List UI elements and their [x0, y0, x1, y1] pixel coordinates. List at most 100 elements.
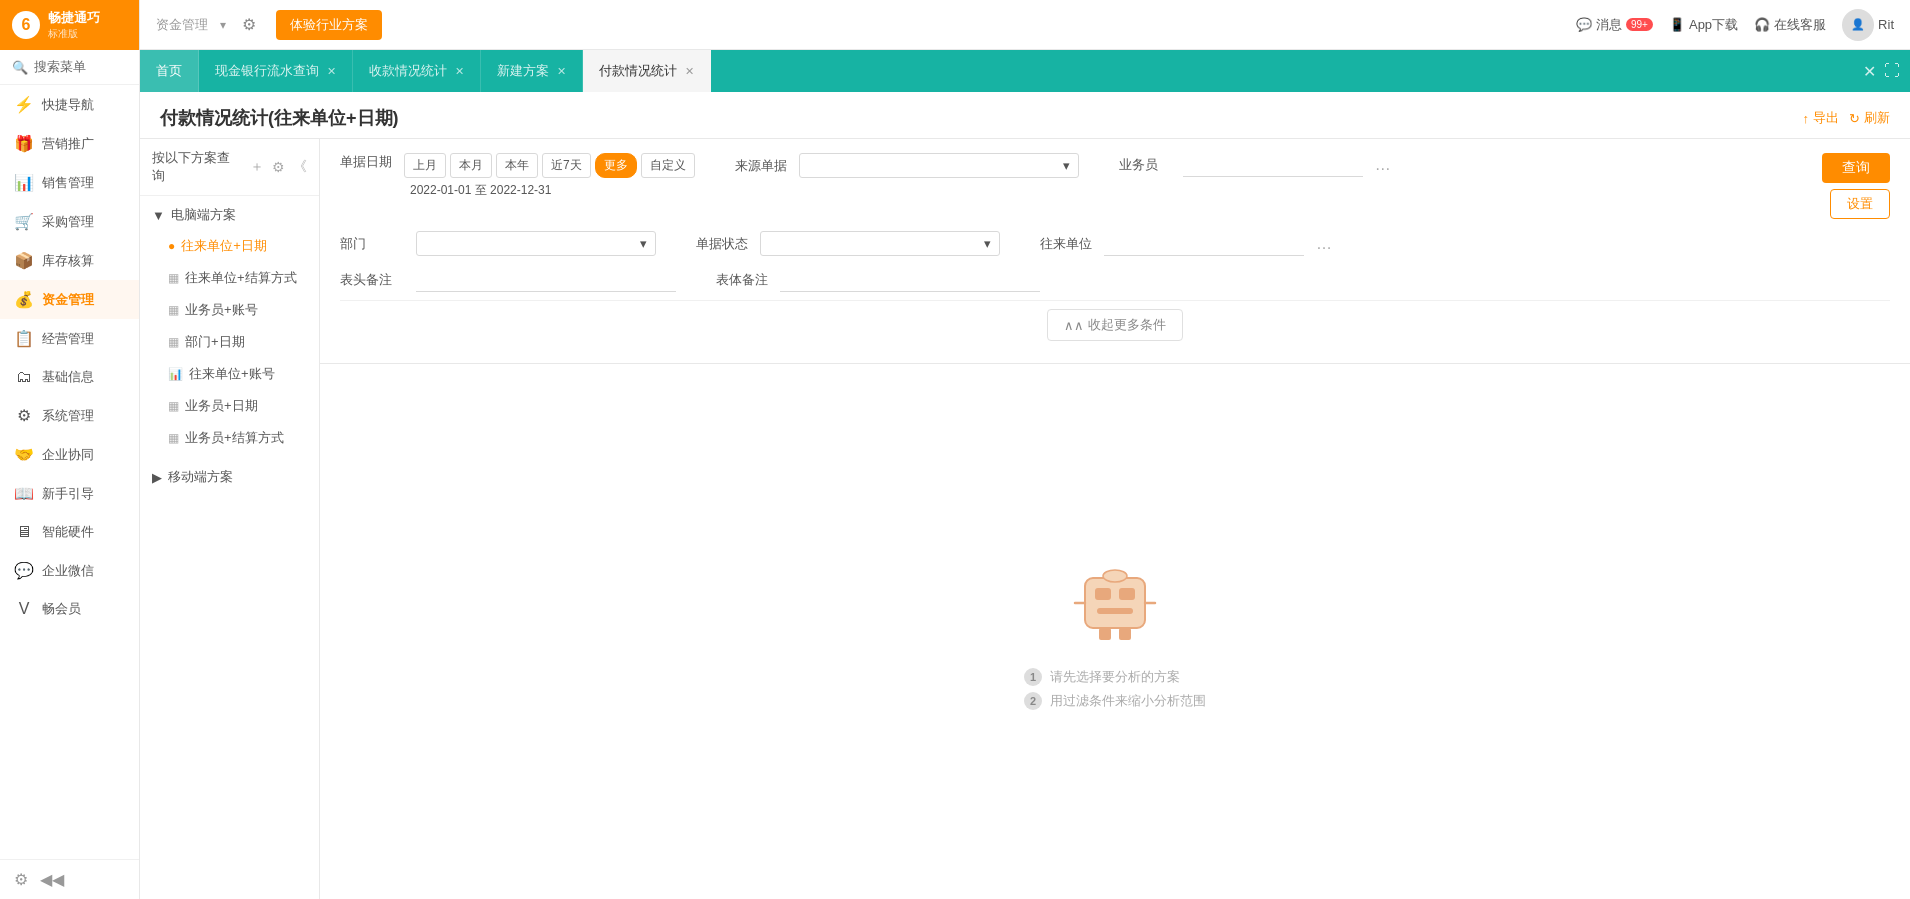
sidebar-item-guide[interactable]: 📖 新手引导 [0, 474, 139, 513]
scheme-item-unit-account[interactable]: 📊 往来单位+账号 [140, 358, 319, 390]
svg-point-4 [1103, 570, 1127, 582]
scheme-item-staff-settlement[interactable]: ▦ 业务员+结算方式 [140, 422, 319, 454]
purchase-icon: 🛒 [14, 212, 34, 231]
doc-status-select[interactable]: ▾ [760, 231, 1000, 256]
tab-new-scheme-close[interactable]: ✕ [557, 65, 566, 78]
date-btn-last-month[interactable]: 上月 [404, 153, 446, 178]
tab-payment-stat-label: 付款情况统计 [599, 62, 677, 80]
topbar-settings-icon[interactable]: ⚙ [242, 15, 256, 34]
tab-payment-stat-close[interactable]: ✕ [685, 65, 694, 78]
sidebar-item-marketing[interactable]: 🎁 营销推广 [0, 124, 139, 163]
scheme-settings-icon[interactable]: ⚙ [272, 159, 285, 175]
topbar-right: 💬 消息 99+ 📱 App下载 🎧 在线客服 👤 Rit [1576, 9, 1894, 41]
user-avatar: 👤 [1842, 9, 1874, 41]
sidebar-item-label: 销售管理 [42, 174, 94, 192]
export-label: 导出 [1813, 109, 1839, 127]
partner-more-icon[interactable]: … [1316, 235, 1332, 253]
sidebar-item-enterprise[interactable]: 🤝 企业协同 [0, 435, 139, 474]
tab-new-scheme[interactable]: 新建方案 ✕ [481, 50, 583, 92]
date-btn-this-month[interactable]: 本月 [450, 153, 492, 178]
sidebar-item-label: 资金管理 [42, 291, 94, 309]
dept-select[interactable]: ▾ [416, 231, 656, 256]
sidebar-item-member[interactable]: V 畅会员 [0, 590, 139, 628]
topbar-dropdown-icon[interactable]: ▾ [220, 18, 226, 32]
scheme-icon-unit-account: 📊 [168, 367, 183, 381]
collapse-button[interactable]: ∧∧ 收起更多条件 [1047, 309, 1183, 341]
step-2-num: 2 [1024, 692, 1042, 710]
date-btn-more[interactable]: 更多 [595, 153, 637, 178]
source-chevron-icon: ▾ [1063, 158, 1070, 173]
filter-area: 单据日期 上月 本月 本年 近7天 更多 自定义 20 [320, 139, 1910, 364]
sidebar-item-sales[interactable]: 📊 销售管理 [0, 163, 139, 202]
sidebar-item-hardware[interactable]: 🖥 智能硬件 [0, 513, 139, 551]
settings-footer-icon[interactable]: ⚙ [14, 870, 28, 889]
query-button[interactable]: 查询 [1822, 153, 1890, 183]
staff-input[interactable] [1183, 153, 1363, 177]
step-1-num: 1 [1024, 668, 1042, 686]
search-icon: 🔍 [12, 60, 28, 75]
scheme-label-unit-account: 往来单位+账号 [189, 365, 275, 383]
collapse-label: 收起更多条件 [1088, 316, 1166, 334]
source-select[interactable]: ▾ [799, 153, 1079, 178]
sidebar-item-label: 营销推广 [42, 135, 94, 153]
sidebar-item-label: 基础信息 [42, 368, 94, 386]
settings-button[interactable]: 设置 [1830, 189, 1890, 219]
close-all-tabs-icon[interactable]: ✕ [1863, 62, 1876, 81]
right-panel: 单据日期 上月 本月 本年 近7天 更多 自定义 20 [320, 139, 1910, 899]
scheme-item-dept-date[interactable]: ▦ 部门+日期 [140, 326, 319, 358]
mobile-section-title[interactable]: ▶ 移动端方案 [140, 462, 319, 492]
tab-bank-flow-close[interactable]: ✕ [327, 65, 336, 78]
desktop-section-title[interactable]: ▼ 电脑端方案 [140, 200, 319, 230]
body-note-input[interactable] [780, 268, 1040, 292]
refresh-button[interactable]: ↻ 刷新 [1849, 109, 1890, 127]
sidebar-item-operation[interactable]: 📋 经营管理 [0, 319, 139, 358]
tab-new-scheme-label: 新建方案 [497, 62, 549, 80]
sidebar-item-capital[interactable]: 💰 资金管理 [0, 280, 139, 319]
logo-name: 畅捷通巧 [48, 9, 100, 27]
partner-input[interactable] [1104, 232, 1304, 256]
tab-receivable[interactable]: 收款情况统计 ✕ [353, 50, 481, 92]
sidebar-item-wechat[interactable]: 💬 企业微信 [0, 551, 139, 590]
capital-icon: 💰 [14, 290, 34, 309]
basic-info-icon: 🗂 [14, 368, 34, 386]
collapse-sidebar-icon[interactable]: ◀◀ [40, 870, 64, 889]
staff-more-icon[interactable]: … [1375, 156, 1391, 174]
left-panel-header-text: 按以下方案查询 [152, 149, 242, 185]
date-btn-this-year[interactable]: 本年 [496, 153, 538, 178]
sidebar-item-quick-nav[interactable]: ⚡ 快捷导航 [0, 85, 139, 124]
desktop-schemes-section: ▼ 电脑端方案 ● 往来单位+日期 ▦ 往来单位+结算方式 ▦ 业务员+账号 [140, 196, 319, 458]
scheme-item-unit-settlement[interactable]: ▦ 往来单位+结算方式 [140, 262, 319, 294]
tab-bank-flow[interactable]: 现金银行流水查询 ✕ [199, 50, 353, 92]
tab-receivable-close[interactable]: ✕ [455, 65, 464, 78]
scheme-item-staff-date[interactable]: ▦ 业务员+日期 [140, 390, 319, 422]
source-label: 来源单据 [735, 157, 791, 175]
app-download-btn[interactable]: 📱 App下载 [1669, 16, 1738, 34]
collapse-panel-icon[interactable]: 《 [293, 158, 307, 176]
scheme-item-staff-account[interactable]: ▦ 业务员+账号 [140, 294, 319, 326]
search-menu[interactable]: 🔍 搜索菜单 [0, 50, 139, 85]
tab-home[interactable]: 首页 [140, 50, 199, 92]
export-button[interactable]: ↑ 导出 [1803, 109, 1840, 127]
scheme-item-unit-date[interactable]: ● 往来单位+日期 [140, 230, 319, 262]
desktop-section-chevron: ▼ [152, 208, 165, 223]
date-btn-7days[interactable]: 近7天 [542, 153, 591, 178]
user-avatar-area[interactable]: 👤 Rit [1842, 9, 1894, 41]
empty-step-1-text: 请先选择要分析的方案 [1050, 668, 1180, 686]
export-icon: ↑ [1803, 111, 1810, 126]
sidebar-item-inventory[interactable]: 📦 库存核算 [0, 241, 139, 280]
tab-payment-stat[interactable]: 付款情况统计 ✕ [583, 50, 711, 92]
header-note-input[interactable] [416, 268, 676, 292]
doc-status-chevron-icon: ▾ [984, 236, 991, 251]
sidebar-item-purchase[interactable]: 🛒 采购管理 [0, 202, 139, 241]
svg-rect-1 [1095, 588, 1111, 600]
maximize-icon[interactable]: ⛶ [1884, 62, 1900, 80]
sidebar-item-system[interactable]: ⚙ 系统管理 [0, 396, 139, 435]
messages-btn[interactable]: 💬 消息 99+ [1576, 16, 1653, 34]
sidebar-item-basic-info[interactable]: 🗂 基础信息 [0, 358, 139, 396]
service-btn[interactable]: 🎧 在线客服 [1754, 16, 1826, 34]
inventory-icon: 📦 [14, 251, 34, 270]
date-btn-custom[interactable]: 自定义 [641, 153, 695, 178]
add-scheme-icon[interactable]: ＋ [250, 158, 264, 176]
page-title: 付款情况统计(往来单位+日期) [160, 106, 399, 130]
trial-button[interactable]: 体验行业方案 [276, 10, 382, 40]
